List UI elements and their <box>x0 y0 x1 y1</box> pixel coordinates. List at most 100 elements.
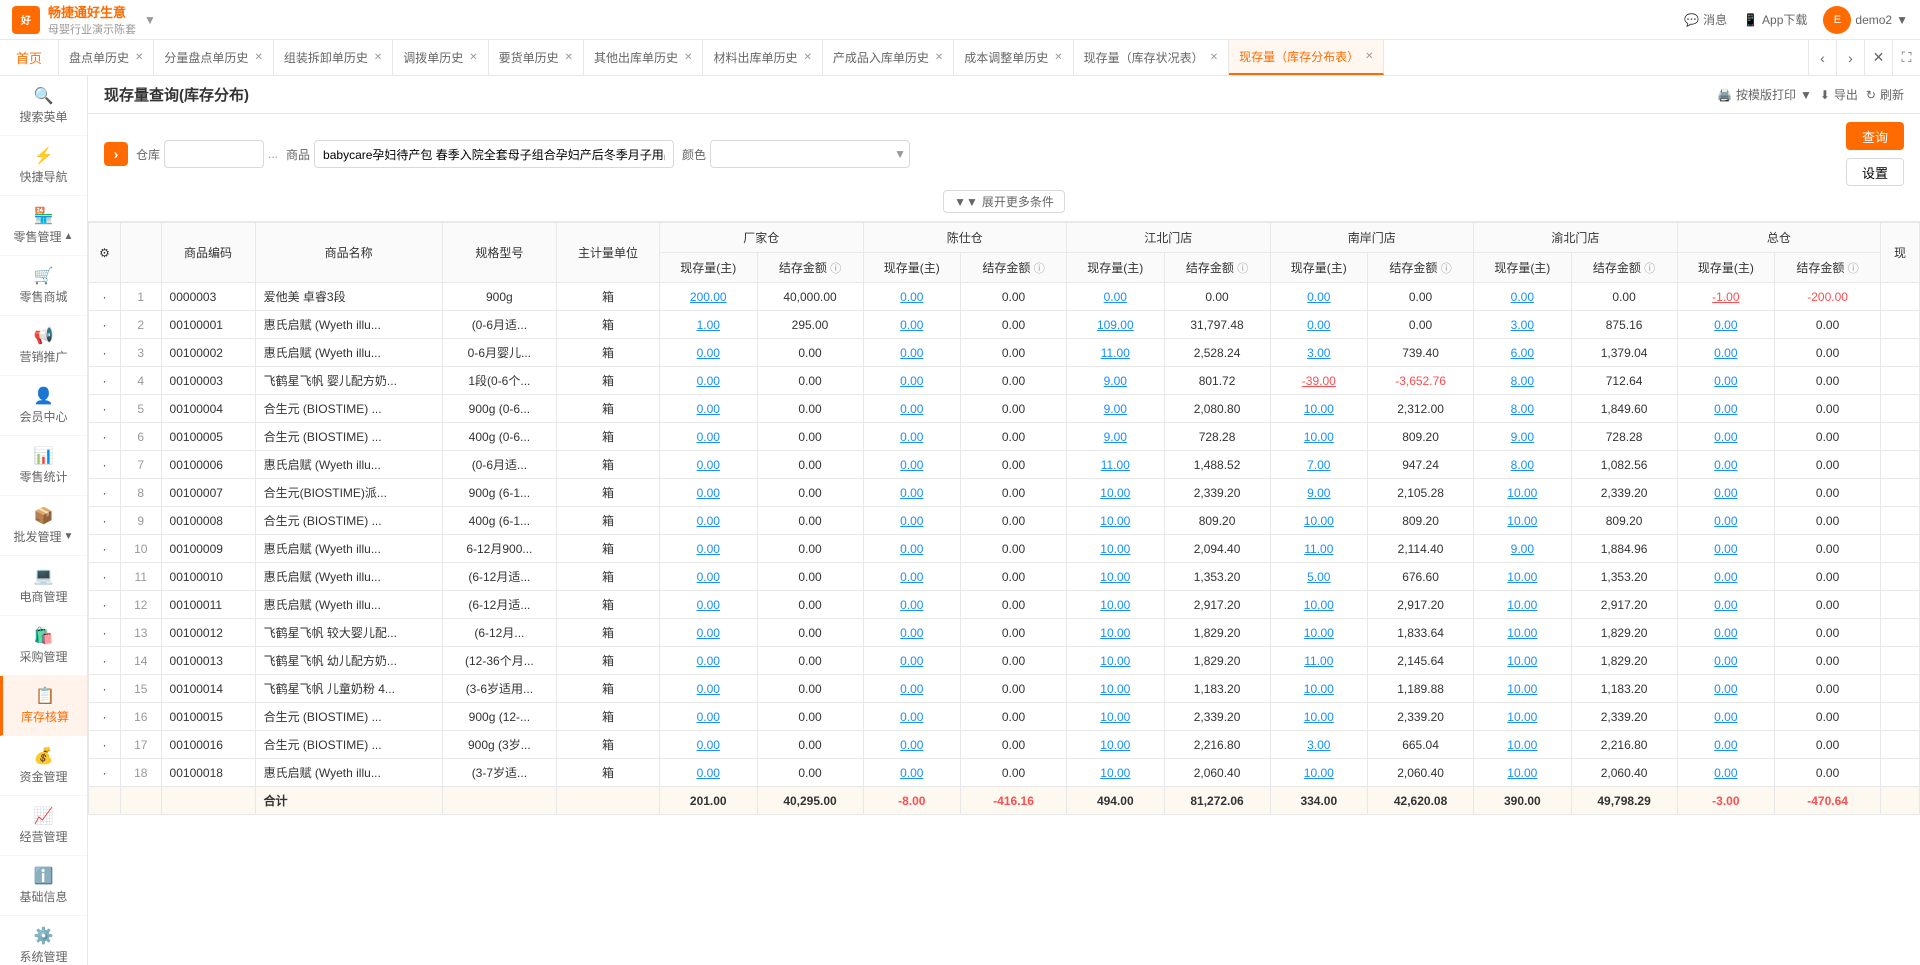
tab-close-3[interactable]: ✕ <box>374 52 382 63</box>
total-amt-info-icon[interactable]: ⓘ <box>1848 263 1859 275</box>
row-factory-qty[interactable]: 0.00 <box>660 339 758 367</box>
row-gear[interactable]: · <box>89 283 121 311</box>
row-nanan-qty[interactable]: 0.00 <box>1270 311 1368 339</box>
tab-expand-btn[interactable]: ⛶ <box>1892 40 1920 76</box>
row-factory-qty[interactable]: 0.00 <box>660 507 758 535</box>
row-nanan-qty[interactable]: 3.00 <box>1270 339 1368 367</box>
tab-part-inventory[interactable]: 分量盘点单历史 ✕ <box>154 40 273 75</box>
row-total-qty[interactable]: 0.00 <box>1677 731 1775 759</box>
sidebar-item-wholesale[interactable]: 📦 批发管理 ▼ <box>0 496 87 556</box>
color-input[interactable] <box>710 140 910 168</box>
app-download-btn[interactable]: 📱 App下载 <box>1743 11 1807 28</box>
row-yubei-qty[interactable]: 9.00 <box>1474 423 1572 451</box>
row-chenshi-qty[interactable]: 0.00 <box>863 759 961 787</box>
row-factory-qty[interactable]: 0.00 <box>660 451 758 479</box>
row-gear[interactable]: · <box>89 563 121 591</box>
row-jiangbei-qty[interactable]: 11.00 <box>1067 339 1165 367</box>
row-factory-qty[interactable]: 0.00 <box>660 479 758 507</box>
row-jiangbei-qty[interactable]: 10.00 <box>1067 535 1165 563</box>
row-chenshi-qty[interactable]: 0.00 <box>863 367 961 395</box>
tab-next-btn[interactable]: › <box>1836 40 1864 76</box>
row-jiangbei-qty[interactable]: 9.00 <box>1067 423 1165 451</box>
row-total-qty[interactable]: 0.00 <box>1677 311 1775 339</box>
row-nanan-qty[interactable]: 3.00 <box>1270 731 1368 759</box>
row-gear[interactable]: · <box>89 703 121 731</box>
sidebar-item-inventory[interactable]: 📋 库存核算 <box>0 676 87 736</box>
refresh-btn[interactable]: ↻ 刷新 <box>1866 86 1904 103</box>
sidebar-item-operations[interactable]: 📈 经营管理 <box>0 796 87 856</box>
row-chenshi-qty[interactable]: 0.00 <box>863 479 961 507</box>
row-yubei-qty[interactable]: 9.00 <box>1474 535 1572 563</box>
row-chenshi-qty[interactable]: 0.00 <box>863 283 961 311</box>
row-nanan-qty[interactable]: 10.00 <box>1270 507 1368 535</box>
row-yubei-qty[interactable]: 10.00 <box>1474 563 1572 591</box>
row-jiangbei-qty[interactable]: 9.00 <box>1067 367 1165 395</box>
row-factory-qty[interactable]: 0.00 <box>660 563 758 591</box>
row-total-qty[interactable]: 0.00 <box>1677 451 1775 479</box>
yubei-amt-info-icon[interactable]: ⓘ <box>1644 263 1655 275</box>
row-chenshi-qty[interactable]: 0.00 <box>863 395 961 423</box>
export-btn[interactable]: ⬇ 导出 <box>1820 86 1858 103</box>
row-nanan-qty[interactable]: 9.00 <box>1270 479 1368 507</box>
row-jiangbei-qty[interactable]: 10.00 <box>1067 507 1165 535</box>
tab-other-out[interactable]: 其他出库单历史 ✕ <box>584 40 703 75</box>
sidebar-item-member[interactable]: 👤 会员中心 <box>0 376 87 436</box>
nanan-amt-info-icon[interactable]: ⓘ <box>1441 263 1452 275</box>
row-nanan-qty[interactable]: -39.00 <box>1270 367 1368 395</box>
row-jiangbei-qty[interactable]: 0.00 <box>1067 283 1165 311</box>
color-dropdown-icon[interactable]: ▼ <box>894 147 906 161</box>
tab-close-all-btn[interactable]: ✕ <box>1864 40 1892 76</box>
row-yubei-qty[interactable]: 10.00 <box>1474 731 1572 759</box>
tab-close-4[interactable]: ✕ <box>469 52 477 63</box>
tab-inventory-count[interactable]: 盘点单历史 ✕ <box>59 40 154 75</box>
row-gear[interactable]: · <box>89 675 121 703</box>
row-nanan-qty[interactable]: 10.00 <box>1270 591 1368 619</box>
row-chenshi-qty[interactable]: 0.00 <box>863 731 961 759</box>
tab-close-8[interactable]: ✕ <box>935 52 943 63</box>
subtitle-dropdown[interactable]: ▼ <box>144 13 156 27</box>
row-nanan-qty[interactable]: 10.00 <box>1270 703 1368 731</box>
row-gear[interactable]: · <box>89 479 121 507</box>
product-input[interactable] <box>314 140 674 168</box>
col-gear[interactable]: ⚙ <box>89 223 121 283</box>
row-nanan-qty[interactable]: 10.00 <box>1270 619 1368 647</box>
tab-close-1[interactable]: ✕ <box>135 52 143 63</box>
row-factory-qty[interactable]: 200.00 <box>660 283 758 311</box>
row-gear[interactable]: · <box>89 619 121 647</box>
print-btn[interactable]: 🖨️ 按模版打印 ▼ <box>1717 86 1812 103</box>
row-gear[interactable]: · <box>89 647 121 675</box>
row-factory-qty[interactable]: 0.00 <box>660 395 758 423</box>
row-gear[interactable]: · <box>89 451 121 479</box>
row-yubei-qty[interactable]: 8.00 <box>1474 395 1572 423</box>
row-chenshi-qty[interactable]: 0.00 <box>863 619 961 647</box>
row-chenshi-qty[interactable]: 0.00 <box>863 563 961 591</box>
row-nanan-qty[interactable]: 7.00 <box>1270 451 1368 479</box>
row-gear[interactable]: · <box>89 367 121 395</box>
row-jiangbei-qty[interactable]: 10.00 <box>1067 591 1165 619</box>
row-yubei-qty[interactable]: 10.00 <box>1474 619 1572 647</box>
row-chenshi-qty[interactable]: 0.00 <box>863 451 961 479</box>
row-gear[interactable]: · <box>89 311 121 339</box>
row-chenshi-qty[interactable]: 0.00 <box>863 647 961 675</box>
row-jiangbei-qty[interactable]: 9.00 <box>1067 395 1165 423</box>
tab-cost-adjust[interactable]: 成本调整单历史 ✕ <box>954 40 1073 75</box>
tab-inventory-status[interactable]: 现存量（库存状况表） ✕ <box>1074 40 1229 75</box>
row-factory-qty[interactable]: 0.00 <box>660 647 758 675</box>
sidebar-item-marketing[interactable]: 📢 营销推广 <box>0 316 87 376</box>
row-nanan-qty[interactable]: 10.00 <box>1270 675 1368 703</box>
message-btn[interactable]: 💬 消息 <box>1684 11 1727 28</box>
row-yubei-qty[interactable]: 10.00 <box>1474 591 1572 619</box>
row-jiangbei-qty[interactable]: 109.00 <box>1067 311 1165 339</box>
sidebar-item-retail-shop[interactable]: 🛒 零售商城 <box>0 256 87 316</box>
row-total-qty[interactable]: 0.00 <box>1677 647 1775 675</box>
row-yubei-qty[interactable]: 0.00 <box>1474 283 1572 311</box>
row-chenshi-qty[interactable]: 0.00 <box>863 591 961 619</box>
row-factory-qty[interactable]: 0.00 <box>660 731 758 759</box>
row-jiangbei-qty[interactable]: 11.00 <box>1067 451 1165 479</box>
tab-close-2[interactable]: ✕ <box>254 52 262 63</box>
row-gear[interactable]: · <box>89 507 121 535</box>
row-total-qty[interactable]: 0.00 <box>1677 563 1775 591</box>
row-factory-qty[interactable]: 1.00 <box>660 311 758 339</box>
row-factory-qty[interactable]: 0.00 <box>660 367 758 395</box>
row-factory-qty[interactable]: 0.00 <box>660 591 758 619</box>
